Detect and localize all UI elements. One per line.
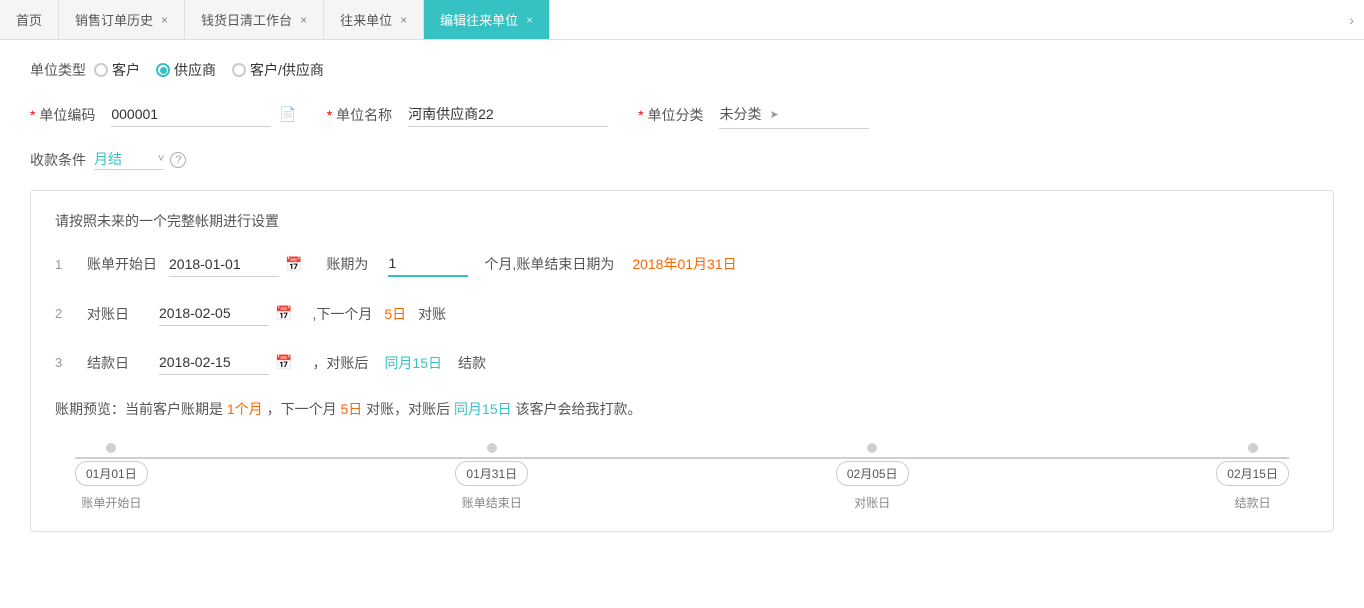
row-num-2: 2	[55, 306, 75, 321]
radio-customer[interactable]: 客户	[94, 60, 140, 80]
name-input[interactable]	[408, 102, 608, 127]
tab-edit-partner[interactable]: 编辑往来单位 ×	[424, 0, 550, 39]
preview-mid2: 对账，对账后	[366, 401, 450, 417]
timeline-point-0: 01月01日 账单开始日	[75, 443, 148, 511]
timeline-badge-0: 01月01日	[75, 461, 148, 486]
reconcile-suffix: 对账	[418, 304, 446, 324]
settings-row-1: 1 账单开始日 📅 账期为 个月,账单结束日期为 2018年01月31日	[55, 251, 1309, 277]
timeline-label-0: 账单开始日	[81, 494, 141, 511]
timeline-label-2: 对账日	[854, 494, 890, 511]
main-content: 单位类型 客户 供应商 客户/供应商 单位编码 📄 单位名称	[0, 40, 1364, 608]
date-input-2[interactable]	[159, 301, 269, 326]
timeline-badge-3: 02月15日	[1216, 461, 1289, 486]
preview-suffix: 该客户会给我打款。	[516, 401, 642, 417]
category-value: 未分类	[719, 104, 761, 124]
reconcile-prefix: ,下一个月	[312, 304, 372, 324]
row-num-1: 1	[55, 257, 75, 272]
unit-type-row: 单位类型 客户 供应商 客户/供应商	[30, 60, 1334, 80]
close-cash-workbench[interactable]: ×	[300, 13, 307, 27]
settings-row-2: 2 对账日 📅 ,下一个月 5日 对账	[55, 301, 1309, 326]
period-suffix: 个月,账单结束日期为	[484, 254, 614, 274]
timeline-items: 01月01日 账单开始日 01月31日 账单结束日 02月05日 对账日 02月…	[75, 443, 1289, 511]
preview-orange2: 5日	[340, 401, 362, 417]
row-label-1: 账单开始日	[87, 254, 157, 274]
tab-bar: 首页 销售订单历史 × 钱货日清工作台 × 往来单位 × 编辑往来单位 × ›	[0, 0, 1364, 40]
settings-row-3: 3 结款日 📅 ，对账后 同月15日 结款	[55, 350, 1309, 375]
payment-prefix: ，对账后	[312, 353, 368, 373]
reconcile-day: 5日	[384, 304, 406, 324]
preview-text: 账期预览：当前客户账期是 1个月 ，下一个月 5日 对账，对账后 同月15日 该…	[55, 399, 1309, 419]
name-field: 单位名称	[327, 102, 608, 127]
code-field: 单位编码 📄	[30, 102, 297, 127]
radio-supplier[interactable]: 供应商	[156, 60, 216, 80]
tab-cash-workbench[interactable]: 钱货日清工作台 ×	[185, 0, 324, 39]
close-partners[interactable]: ×	[400, 13, 407, 27]
category-label: 单位分类	[638, 105, 703, 125]
date-field-1: 📅	[169, 252, 302, 277]
preview-teal1: 同月15日	[454, 401, 512, 417]
help-icon[interactable]: ?	[170, 152, 186, 168]
code-calendar-icon[interactable]: 📄	[279, 106, 296, 123]
payment-row: 收款条件 月结 ˅ ?	[30, 149, 1334, 170]
date-field-2: 📅	[159, 301, 292, 326]
timeline-point-1: 01月31日 账单结束日	[455, 443, 528, 511]
calendar-icon-2[interactable]: 📅	[275, 305, 292, 322]
tab-home[interactable]: 首页	[0, 0, 59, 39]
timeline-dot-2	[867, 443, 877, 453]
row-label-3: 结款日	[87, 353, 147, 373]
row-label-2: 对账日	[87, 304, 147, 324]
payment-day: 同月15日	[384, 353, 442, 373]
timeline-badge-2: 02月05日	[836, 461, 909, 486]
payment-chevron-icon: ˅	[158, 153, 164, 165]
timeline-dot-1	[487, 443, 497, 453]
code-input[interactable]	[111, 102, 271, 127]
preview-mid1: ，下一个月	[267, 401, 337, 417]
code-label: 单位编码	[30, 105, 95, 125]
unit-type-radio-group: 客户 供应商 客户/供应商	[94, 60, 324, 80]
tab-sales-history[interactable]: 销售订单历史 ×	[59, 0, 185, 39]
date-input-1[interactable]	[169, 252, 279, 277]
category-chevron-icon: ➤	[769, 108, 778, 121]
timeline-badge-1: 01月31日	[455, 461, 528, 486]
timeline-point-3: 02月15日 结款日	[1216, 443, 1289, 511]
radio-circle-supplier	[156, 63, 170, 77]
timeline-dot-3	[1248, 443, 1258, 453]
period-input[interactable]	[388, 251, 468, 277]
timeline-label-1: 账单结束日	[462, 494, 522, 511]
category-dropdown[interactable]: 未分类 ➤	[719, 100, 869, 129]
timeline-point-2: 02月05日 对账日	[836, 443, 909, 511]
date-input-3[interactable]	[159, 350, 269, 375]
unit-type-label: 单位类型	[30, 60, 86, 80]
timeline-label-3: 结款日	[1235, 494, 1271, 511]
timeline-wrapper: 01月01日 账单开始日 01月31日 账单结束日 02月05日 对账日 02月…	[55, 443, 1309, 511]
period-end-date: 2018年01月31日	[632, 254, 736, 274]
period-prefix: 账期为	[326, 254, 368, 274]
code-name-category-row: 单位编码 📄 单位名称 单位分类 未分类 ➤	[30, 100, 1334, 129]
settings-title: 请按照未来的一个完整帐期进行设置	[55, 211, 1309, 231]
tab-expand-button[interactable]: ›	[1339, 0, 1364, 39]
name-label: 单位名称	[327, 105, 392, 125]
calendar-icon-3[interactable]: 📅	[275, 354, 292, 371]
settings-box: 请按照未来的一个完整帐期进行设置 1 账单开始日 📅 账期为 个月,账单结束日期…	[30, 190, 1334, 532]
tab-partners[interactable]: 往来单位 ×	[324, 0, 424, 39]
radio-circle-both	[232, 63, 246, 77]
radio-circle-customer	[94, 63, 108, 77]
payment-select[interactable]: 月结 ˅	[94, 149, 164, 170]
row-num-3: 3	[55, 355, 75, 370]
calendar-icon-1[interactable]: 📅	[285, 256, 302, 273]
date-field-3: 📅	[159, 350, 292, 375]
preview-prefix: 账期预览：当前客户账期是	[55, 401, 223, 417]
timeline-dot-0	[106, 443, 116, 453]
payment-suffix2: 结款	[458, 353, 486, 373]
radio-both[interactable]: 客户/供应商	[232, 60, 324, 80]
close-sales-history[interactable]: ×	[161, 13, 168, 27]
close-edit-partner[interactable]: ×	[526, 13, 533, 27]
preview-orange1: 1个月	[227, 401, 263, 417]
category-field: 单位分类 未分类 ➤	[638, 100, 869, 129]
payment-label: 收款条件	[30, 150, 86, 170]
payment-value: 月结	[94, 149, 154, 169]
